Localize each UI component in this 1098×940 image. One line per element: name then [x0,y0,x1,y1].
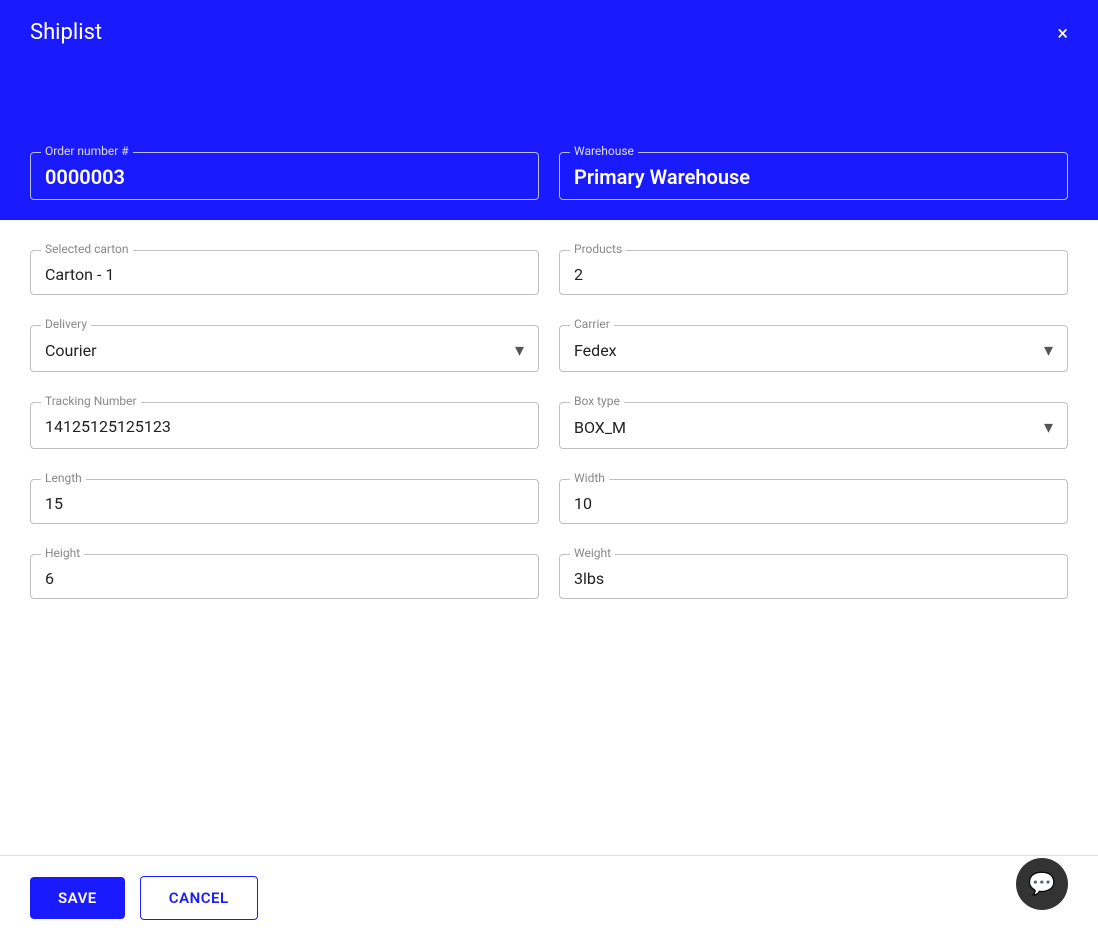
row-carton-products: Selected carton Carton - 1 Products 2 [30,250,1068,295]
modal-body: Selected carton Carton - 1 Products 2 De… [0,220,1098,855]
tracking-number-field: Tracking Number 14125125125123 [30,402,539,449]
row-height-weight: Height 6 Weight 3lbs [30,554,1068,599]
warehouse-label: Warehouse [570,144,638,158]
carrier-dropdown-icon: ▾ [1044,340,1053,361]
warehouse-field: Warehouse Primary Warehouse [559,152,1068,200]
modal-title: Shiplist [30,20,102,45]
delivery-value: Courier ▾ [45,340,524,361]
delivery-label: Delivery [41,317,91,331]
products-label: Products [570,242,626,256]
width-field: Width 10 [559,479,1068,524]
chat-button[interactable]: 💬 [1016,858,1068,910]
order-number-label: Order number # [41,144,133,158]
modal-title-row: Shiplist × [30,20,1068,45]
delivery-dropdown-icon: ▾ [515,340,524,361]
box-type-label: Box type [570,394,624,408]
width-value: 10 [574,494,1053,513]
delivery-field[interactable]: Delivery Courier ▾ [30,325,539,372]
width-label: Width [570,471,609,485]
height-value: 6 [45,569,524,588]
products-field: Products 2 [559,250,1068,295]
length-label: Length [41,471,86,485]
row-length-width: Length 15 Width 10 [30,479,1068,524]
box-type-field[interactable]: Box type BOX_M ▾ [559,402,1068,449]
tracking-number-label: Tracking Number [41,394,141,408]
weight-value: 3lbs [574,569,1053,588]
products-value: 2 [574,265,1053,284]
selected-carton-label: Selected carton [41,242,133,256]
modal-footer: SAVE CANCEL [0,855,1098,940]
row-tracking-boxtype: Tracking Number 14125125125123 Box type … [30,402,1068,449]
carrier-value: Fedex ▾ [574,340,1053,361]
length-field: Length 15 [30,479,539,524]
modal-header: Shiplist × Order number # 0000003 Wareho… [0,0,1098,220]
chat-icon: 💬 [1028,872,1055,897]
modal-container: Shiplist × Order number # 0000003 Wareho… [0,0,1098,940]
length-value: 15 [45,494,524,513]
order-number-value: 0000003 [45,165,524,189]
height-field: Height 6 [30,554,539,599]
selected-carton-value: Carton - 1 [45,265,524,284]
cancel-button[interactable]: CANCEL [140,876,258,920]
selected-carton-field: Selected carton Carton - 1 [30,250,539,295]
tracking-number-value: 14125125125123 [45,417,524,436]
warehouse-value: Primary Warehouse [574,165,1053,189]
weight-field: Weight 3lbs [559,554,1068,599]
save-button[interactable]: SAVE [30,877,125,919]
order-number-field: Order number # 0000003 [30,152,539,200]
weight-label: Weight [570,546,615,560]
row-delivery-carrier: Delivery Courier ▾ Carrier Fedex ▾ [30,325,1068,372]
header-fields: Order number # 0000003 Warehouse Primary… [30,152,1068,200]
height-label: Height [41,546,84,560]
box-type-value: BOX_M ▾ [574,417,1053,438]
carrier-field[interactable]: Carrier Fedex ▾ [559,325,1068,372]
close-button[interactable]: × [1057,20,1068,45]
carrier-label: Carrier [570,317,614,331]
box-type-dropdown-icon: ▾ [1044,417,1053,438]
